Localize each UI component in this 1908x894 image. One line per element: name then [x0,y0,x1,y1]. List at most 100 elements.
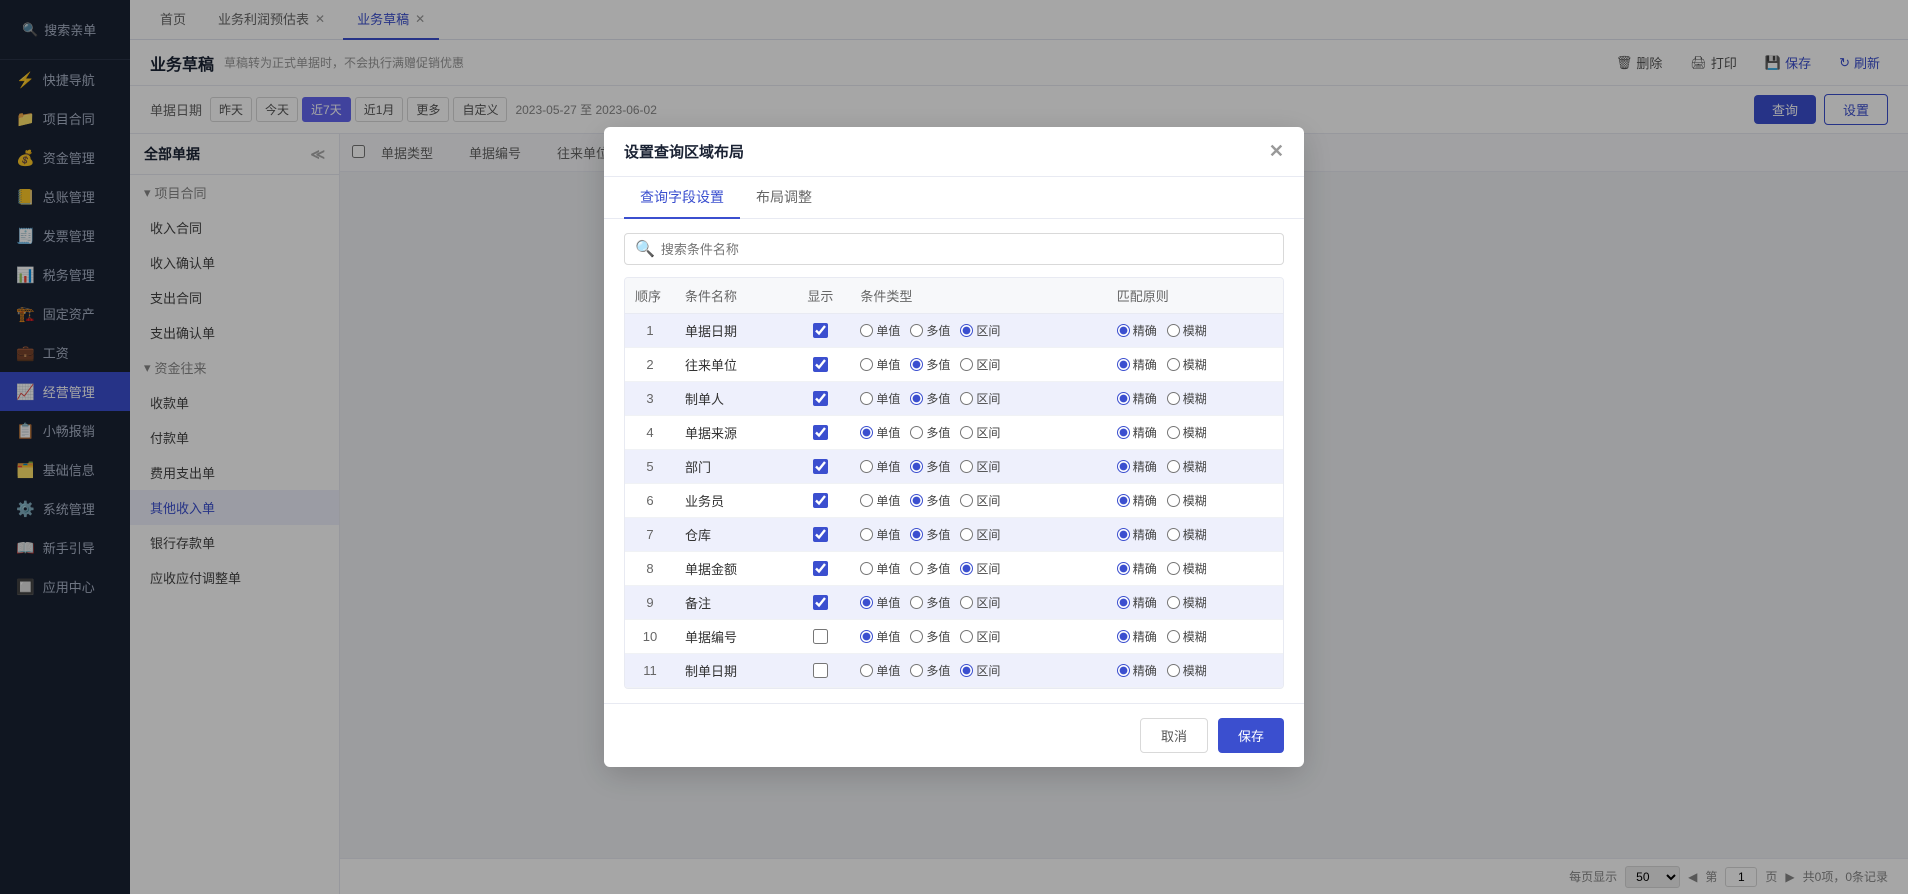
type-multi-option[interactable]: 多值 [910,322,950,339]
type-multi-option[interactable]: 多值 [910,526,950,543]
type-range-option[interactable]: 区间 [960,356,1000,373]
match-exact-option[interactable]: 精确 [1117,628,1157,645]
cell-display[interactable] [790,586,850,620]
cell-match[interactable]: 精确 模糊 [1107,620,1283,654]
match-fuzzy-radio[interactable] [1167,392,1180,405]
type-single-radio[interactable] [860,460,873,473]
match-exact-option[interactable]: 精确 [1117,526,1157,543]
type-multi-option[interactable]: 多值 [910,356,950,373]
type-multi-option[interactable]: 多值 [910,662,950,679]
match-exact-radio[interactable] [1117,664,1130,677]
cell-type[interactable]: 单值 多值 区间 [850,518,1106,552]
cell-match[interactable]: 精确 模糊 [1107,348,1283,382]
cell-match[interactable]: 精确 模糊 [1107,552,1283,586]
cell-display[interactable] [790,416,850,450]
match-fuzzy-option[interactable]: 模糊 [1167,492,1207,509]
cell-display[interactable] [790,484,850,518]
match-fuzzy-option[interactable]: 模糊 [1167,560,1207,577]
cell-display[interactable] [790,314,850,348]
match-fuzzy-option[interactable]: 模糊 [1167,322,1207,339]
type-multi-option[interactable]: 多值 [910,628,950,645]
match-exact-option[interactable]: 精确 [1117,492,1157,509]
type-range-option[interactable]: 区间 [960,594,1000,611]
match-fuzzy-radio[interactable] [1167,324,1180,337]
type-multi-option[interactable]: 多值 [910,560,950,577]
type-multi-radio[interactable] [910,596,923,609]
cell-type[interactable]: 单值 多值 区间 [850,416,1106,450]
match-fuzzy-option[interactable]: 模糊 [1167,628,1207,645]
cell-type[interactable]: 单值 多值 区间 [850,382,1106,416]
type-range-radio[interactable] [960,392,973,405]
type-multi-radio[interactable] [910,630,923,643]
type-range-option[interactable]: 区间 [960,526,1000,543]
match-fuzzy-option[interactable]: 模糊 [1167,390,1207,407]
type-multi-radio[interactable] [910,426,923,439]
match-exact-radio[interactable] [1117,494,1130,507]
cell-display[interactable] [790,450,850,484]
type-range-radio[interactable] [960,494,973,507]
type-range-option[interactable]: 区间 [960,390,1000,407]
type-range-radio[interactable] [960,596,973,609]
match-exact-option[interactable]: 精确 [1117,560,1157,577]
match-exact-option[interactable]: 精确 [1117,662,1157,679]
cell-match[interactable]: 精确 模糊 [1107,450,1283,484]
display-checkbox[interactable] [813,459,828,474]
type-single-option[interactable]: 单值 [860,560,900,577]
match-fuzzy-radio[interactable] [1167,528,1180,541]
type-single-radio[interactable] [860,630,873,643]
cell-match[interactable]: 精确 模糊 [1107,382,1283,416]
cell-type[interactable]: 单值 多值 区间 [850,552,1106,586]
type-multi-radio[interactable] [910,562,923,575]
type-range-option[interactable]: 区间 [960,424,1000,441]
type-range-option[interactable]: 区间 [960,458,1000,475]
type-single-radio[interactable] [860,664,873,677]
match-exact-radio[interactable] [1117,596,1130,609]
type-single-radio[interactable] [860,596,873,609]
match-exact-option[interactable]: 精确 [1117,322,1157,339]
match-exact-option[interactable]: 精确 [1117,594,1157,611]
match-fuzzy-option[interactable]: 模糊 [1167,458,1207,475]
match-exact-option[interactable]: 精确 [1117,424,1157,441]
cell-match[interactable]: 精确 模糊 [1107,518,1283,552]
cell-type[interactable]: 单值 多值 区间 [850,484,1106,518]
type-single-option[interactable]: 单值 [860,492,900,509]
type-single-option[interactable]: 单值 [860,424,900,441]
display-checkbox[interactable] [813,493,828,508]
cell-match[interactable]: 精确 模糊 [1107,654,1283,688]
type-multi-radio[interactable] [910,494,923,507]
type-single-option[interactable]: 单值 [860,390,900,407]
match-fuzzy-option[interactable]: 模糊 [1167,526,1207,543]
type-single-radio[interactable] [860,358,873,371]
type-single-option[interactable]: 单值 [860,356,900,373]
type-multi-option[interactable]: 多值 [910,458,950,475]
match-fuzzy-option[interactable]: 模糊 [1167,662,1207,679]
type-multi-option[interactable]: 多值 [910,424,950,441]
type-single-option[interactable]: 单值 [860,594,900,611]
cell-match[interactable]: 精确 模糊 [1107,314,1283,348]
match-fuzzy-option[interactable]: 模糊 [1167,424,1207,441]
cell-display[interactable] [790,382,850,416]
display-checkbox[interactable] [813,629,828,644]
type-multi-radio[interactable] [910,358,923,371]
match-exact-radio[interactable] [1117,562,1130,575]
match-fuzzy-radio[interactable] [1167,426,1180,439]
cell-type[interactable]: 单值 多值 区间 [850,314,1106,348]
display-checkbox[interactable] [813,663,828,678]
type-range-option[interactable]: 区间 [960,628,1000,645]
cell-match[interactable]: 精确 模糊 [1107,484,1283,518]
type-range-radio[interactable] [960,630,973,643]
display-checkbox[interactable] [813,425,828,440]
type-single-option[interactable]: 单值 [860,322,900,339]
cell-display[interactable] [790,552,850,586]
type-single-radio[interactable] [860,494,873,507]
match-fuzzy-radio[interactable] [1167,664,1180,677]
type-multi-radio[interactable] [910,392,923,405]
type-range-radio[interactable] [960,562,973,575]
type-single-radio[interactable] [860,324,873,337]
type-single-option[interactable]: 单值 [860,526,900,543]
cell-match[interactable]: 精确 模糊 [1107,586,1283,620]
type-multi-radio[interactable] [910,324,923,337]
cell-match[interactable]: 精确 模糊 [1107,416,1283,450]
display-checkbox[interactable] [813,595,828,610]
type-range-option[interactable]: 区间 [960,662,1000,679]
